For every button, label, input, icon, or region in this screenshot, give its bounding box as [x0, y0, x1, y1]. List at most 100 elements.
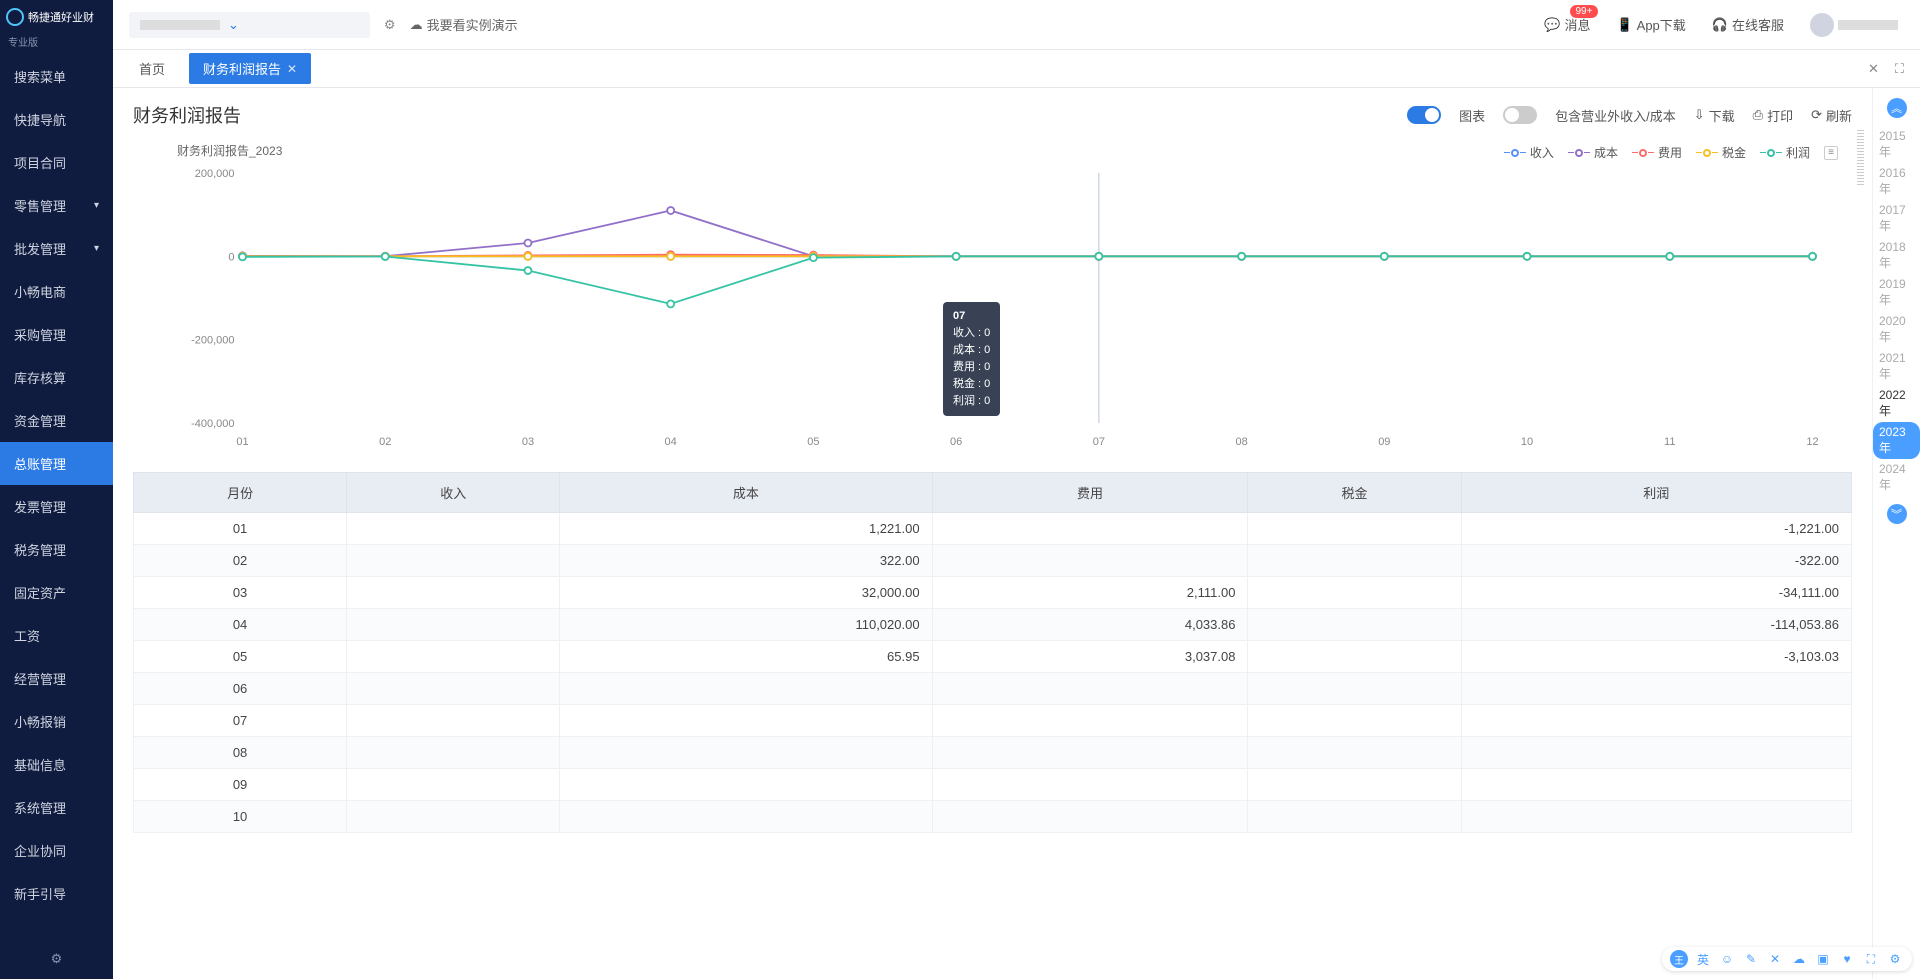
ime-button[interactable]: ☁	[1790, 950, 1808, 968]
gear-icon[interactable]: ⚙	[384, 17, 396, 33]
ime-button[interactable]: ⚙	[1886, 950, 1904, 968]
close-icon[interactable]: ✕	[287, 62, 297, 76]
nav: 搜索菜单快捷导航项目合同零售管理▾批发管理▾小畅电商采购管理库存核算资金管理总账…	[0, 55, 113, 939]
sidebar-item[interactable]: 系统管理	[0, 786, 113, 829]
year-item[interactable]: 2018年	[1873, 237, 1920, 274]
topbar: ⌄ ⚙ ☁ 我要看实例演示 💬 消息 99+ 📱 App下载 🎧 在线客服	[113, 0, 1920, 50]
print-button[interactable]: ⎙打印	[1753, 106, 1793, 125]
svg-text:03: 03	[522, 436, 534, 448]
ime-bar[interactable]: 王英 ☺ ✎ ✕ ☁ ▣ ♥ ⛶ ⚙	[1662, 947, 1912, 971]
tab-label: 财务利润报告	[203, 59, 281, 78]
download-button[interactable]: ⇩下载	[1694, 106, 1735, 125]
avatar	[1810, 13, 1834, 37]
sidebar-item[interactable]: 新手引导	[0, 872, 113, 915]
tab-report[interactable]: 财务利润报告 ✕	[189, 53, 311, 84]
chart: 财务利润报告_2023 收入 成本 费用 税金 利润 ≡ -400,000-20…	[133, 142, 1852, 456]
sidebar-item[interactable]: 库存核算	[0, 356, 113, 399]
table-header: 费用	[932, 473, 1248, 513]
year-down-icon[interactable]: ︾	[1887, 504, 1907, 524]
table-header: 利润	[1461, 473, 1851, 513]
sidebar-item[interactable]: 小畅报销	[0, 700, 113, 743]
sidebar-item[interactable]: 固定资产	[0, 571, 113, 614]
legend-item[interactable]: 税金	[1696, 144, 1746, 161]
service-button[interactable]: 🎧 在线客服	[1706, 11, 1790, 38]
report: 财务利润报告 图表 包含营业外收入/成本 ⇩下载 ⎙打印 ⟳刷新 财务利润报告_…	[113, 88, 1872, 979]
sidebar-item[interactable]: 小畅电商	[0, 270, 113, 313]
sidebar-item[interactable]: 税务管理	[0, 528, 113, 571]
year-item[interactable]: 2021年	[1873, 348, 1920, 385]
sidebar-item[interactable]: 资金管理	[0, 399, 113, 442]
legend: 收入 成本 费用 税金 利润 ≡	[1504, 144, 1838, 161]
year-item[interactable]: 2016年	[1873, 163, 1920, 200]
year-item[interactable]: 2017年	[1873, 200, 1920, 237]
message-icon: 💬	[1544, 17, 1560, 33]
print-icon: ⎙	[1753, 107, 1763, 123]
tabbar: 首页 财务利润报告 ✕ ✕ ⛶	[113, 50, 1920, 88]
sidebar-item[interactable]: 搜索菜单	[0, 55, 113, 98]
download-icon: ⇩	[1694, 107, 1705, 123]
fullscreen-icon[interactable]: ⛶	[1891, 57, 1908, 81]
ime-button[interactable]: ♥	[1838, 950, 1856, 968]
data-table: 月份收入成本费用税金利润 011,221.00-1,221.0002322.00…	[133, 472, 1852, 833]
logo-text: 畅捷通好业财	[28, 9, 94, 25]
year-item[interactable]: 2022年	[1873, 385, 1920, 422]
legend-item[interactable]: 成本	[1568, 144, 1618, 161]
table-header: 成本	[560, 473, 932, 513]
table-row: 0565.953,037.08-3,103.03	[134, 641, 1852, 673]
sidebar-item[interactable]: 企业协同	[0, 829, 113, 872]
year-item[interactable]: 2015年	[1873, 126, 1920, 163]
ime-button[interactable]: 英	[1694, 950, 1712, 968]
svg-text:0: 0	[228, 251, 234, 263]
svg-text:12: 12	[1806, 436, 1818, 448]
refresh-button[interactable]: ⟳刷新	[1811, 106, 1852, 125]
legend-item[interactable]: 收入	[1504, 144, 1554, 161]
chevron-down-icon: ⌄	[228, 17, 239, 33]
content: 财务利润报告 图表 包含营业外收入/成本 ⇩下载 ⎙打印 ⟳刷新 财务利润报告_…	[113, 88, 1920, 979]
sidebar-item[interactable]: 经营管理	[0, 657, 113, 700]
chart-toggle[interactable]	[1407, 106, 1441, 124]
include-toggle[interactable]	[1503, 106, 1537, 124]
ime-button[interactable]: ▣	[1814, 950, 1832, 968]
table-header: 税金	[1248, 473, 1461, 513]
sidebar-item[interactable]: 采购管理	[0, 313, 113, 356]
chart-svg[interactable]: -400,000-200,0000200,0000102030405060708…	[133, 163, 1852, 453]
table-row: 07	[134, 705, 1852, 737]
tab-home[interactable]: 首页	[125, 53, 179, 84]
settings-gear-icon[interactable]: ⚙	[0, 939, 113, 979]
sidebar-item[interactable]: 基础信息	[0, 743, 113, 786]
year-item[interactable]: 2024年	[1873, 459, 1920, 496]
year-item[interactable]: 2020年	[1873, 311, 1920, 348]
legend-item[interactable]: 费用	[1632, 144, 1682, 161]
demo-link[interactable]: ☁ 我要看实例演示	[410, 15, 518, 34]
service-label: 在线客服	[1732, 15, 1784, 34]
year-up-icon[interactable]: ︽	[1887, 98, 1907, 118]
table-row: 0332,000.002,111.00-34,111.00	[134, 577, 1852, 609]
table-row: 10	[134, 801, 1852, 833]
sidebar-item[interactable]: 总账管理	[0, 442, 113, 485]
ime-button[interactable]: ✕	[1766, 950, 1784, 968]
year-item[interactable]: 2019年	[1873, 274, 1920, 311]
ime-button[interactable]: ⛶	[1862, 950, 1880, 968]
messages-button[interactable]: 💬 消息 99+	[1538, 11, 1596, 38]
sidebar-item[interactable]: 快捷导航	[0, 98, 113, 141]
legend-item[interactable]: 利润	[1760, 144, 1810, 161]
sidebar-item[interactable]: 工资	[0, 614, 113, 657]
ime-button[interactable]: ✎	[1742, 950, 1760, 968]
sidebar-item[interactable]: 零售管理▾	[0, 184, 113, 227]
logo-sub: 专业版	[0, 34, 113, 55]
sidebar-item[interactable]: 项目合同	[0, 141, 113, 184]
app-download-button[interactable]: 📱 App下载	[1610, 11, 1691, 38]
sidebar-item[interactable]: 批发管理▾	[0, 227, 113, 270]
ime-button[interactable]: ☺	[1718, 950, 1736, 968]
ime-button[interactable]: 王	[1670, 950, 1688, 968]
table-header: 收入	[347, 473, 560, 513]
org-selector[interactable]: ⌄	[129, 12, 370, 38]
table-row: 08	[134, 737, 1852, 769]
year-item[interactable]: 2023年	[1873, 422, 1920, 459]
legend-more-icon[interactable]: ≡	[1824, 146, 1838, 160]
sidebar-item[interactable]: 发票管理	[0, 485, 113, 528]
refresh-icon: ⟳	[1811, 107, 1822, 123]
user-menu[interactable]	[1804, 9, 1904, 41]
drag-handle[interactable]	[1857, 130, 1864, 185]
tab-close-all-icon[interactable]: ✕	[1864, 57, 1883, 81]
